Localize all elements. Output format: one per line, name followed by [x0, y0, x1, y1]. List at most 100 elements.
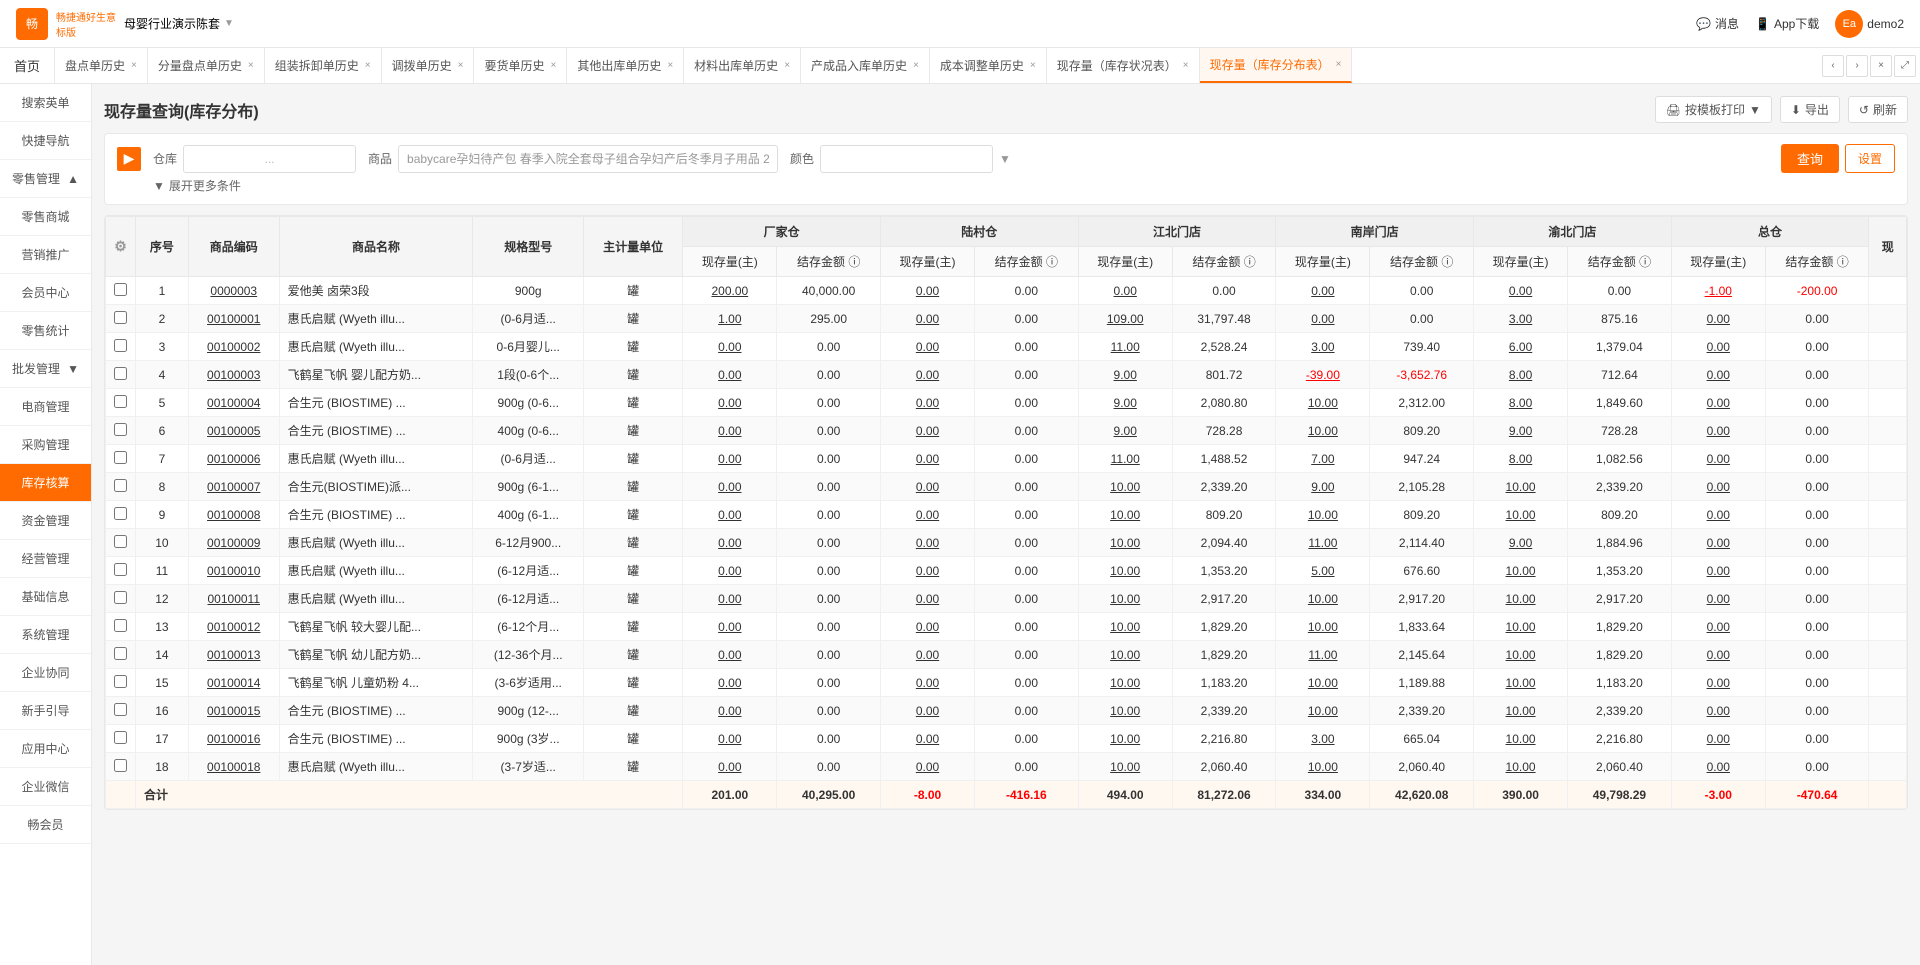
tab-close-all-btn[interactable]: ×: [1870, 55, 1892, 77]
tab-close-stock-status[interactable]: ×: [1183, 60, 1189, 71]
cell-na-qty[interactable]: 10.00: [1276, 389, 1370, 417]
cell-yb-qty[interactable]: 10.00: [1474, 473, 1568, 501]
sidebar-item-finance[interactable]: 资金管理: [0, 502, 91, 540]
tab-other-out[interactable]: 其他出库单历史 ×: [567, 48, 684, 83]
cell-f-qty[interactable]: 0.00: [683, 753, 777, 781]
cell-yb-qty[interactable]: 9.00: [1474, 417, 1568, 445]
tab-transfer[interactable]: 调拨单历史 ×: [382, 48, 475, 83]
cell-yb-qty[interactable]: 10.00: [1474, 725, 1568, 753]
cell-l-qty[interactable]: 0.00: [880, 669, 974, 697]
cell-code[interactable]: 00100004: [188, 389, 279, 417]
cell-z-qty[interactable]: 0.00: [1671, 753, 1765, 781]
cell-code[interactable]: 00100011: [188, 585, 279, 613]
tab-next-btn[interactable]: ›: [1846, 55, 1868, 77]
cell-na-qty[interactable]: 0.00: [1276, 305, 1370, 333]
cell-l-qty[interactable]: 0.00: [880, 277, 974, 305]
sidebar-item-ecommerce[interactable]: 电商管理: [0, 388, 91, 426]
cell-f-qty[interactable]: 0.00: [683, 501, 777, 529]
expand-conditions-btn[interactable]: ▼ 展开更多条件: [153, 177, 1895, 194]
app-download-btn[interactable]: 📱 App下载: [1755, 15, 1819, 32]
cell-z-qty[interactable]: -1.00: [1671, 277, 1765, 305]
cell-checkbox[interactable]: [106, 417, 136, 445]
cell-f-qty[interactable]: 0.00: [683, 557, 777, 585]
cell-jb-qty[interactable]: 10.00: [1078, 697, 1172, 725]
tab-close-other-out[interactable]: ×: [667, 60, 673, 71]
cell-na-qty[interactable]: 10.00: [1276, 669, 1370, 697]
query-btn[interactable]: 查询: [1781, 144, 1839, 173]
tab-stock-status[interactable]: 现存量（库存状况表） ×: [1047, 48, 1200, 83]
user-profile[interactable]: Ea demo2: [1835, 10, 1904, 38]
tab-cost-adjust[interactable]: 成本调整单历史 ×: [930, 48, 1047, 83]
cell-jb-qty[interactable]: 10.00: [1078, 557, 1172, 585]
tab-close-transfer[interactable]: ×: [458, 60, 464, 71]
warehouse-input[interactable]: [183, 145, 356, 173]
sidebar-item-app-center[interactable]: 应用中心: [0, 730, 91, 768]
cell-na-qty[interactable]: 10.00: [1276, 585, 1370, 613]
cell-jb-qty[interactable]: 10.00: [1078, 725, 1172, 753]
cell-yb-qty[interactable]: 10.00: [1474, 613, 1568, 641]
tab-sub-count[interactable]: 分量盘点单历史 ×: [148, 48, 265, 83]
color-input[interactable]: [820, 145, 993, 173]
filter-toggle-btn[interactable]: ▶: [117, 147, 141, 171]
cell-z-qty[interactable]: 0.00: [1671, 613, 1765, 641]
sidebar-item-member2[interactable]: 畅会员: [0, 806, 91, 844]
cell-code[interactable]: 00100012: [188, 613, 279, 641]
cell-f-qty[interactable]: 0.00: [683, 529, 777, 557]
cell-code[interactable]: 00100003: [188, 361, 279, 389]
cell-l-qty[interactable]: 0.00: [880, 613, 974, 641]
refresh-btn[interactable]: ↺ 刷新: [1848, 96, 1908, 123]
sidebar-item-system[interactable]: 系统管理: [0, 616, 91, 654]
cell-jb-qty[interactable]: 109.00: [1078, 305, 1172, 333]
message-btn[interactable]: 💬 消息: [1696, 15, 1739, 32]
cell-na-qty[interactable]: 0.00: [1276, 277, 1370, 305]
sidebar-item-retail-shop[interactable]: 零售商城: [0, 198, 91, 236]
cell-checkbox[interactable]: [106, 445, 136, 473]
product-input[interactable]: [398, 145, 778, 173]
sidebar-item-new-guide[interactable]: 新手引导: [0, 692, 91, 730]
cell-yb-qty[interactable]: 10.00: [1474, 641, 1568, 669]
cell-na-qty[interactable]: 10.00: [1276, 697, 1370, 725]
cell-checkbox[interactable]: [106, 697, 136, 725]
tab-close-cost-adjust[interactable]: ×: [1030, 60, 1036, 71]
tab-stock-dist[interactable]: 现存量（库存分布表） ×: [1200, 48, 1353, 83]
cell-code[interactable]: 00100001: [188, 305, 279, 333]
cell-l-qty[interactable]: 0.00: [880, 529, 974, 557]
cell-na-qty[interactable]: 10.00: [1276, 501, 1370, 529]
cell-jb-qty[interactable]: 9.00: [1078, 361, 1172, 389]
tab-close-requisition[interactable]: ×: [550, 60, 556, 71]
cell-na-qty[interactable]: 7.00: [1276, 445, 1370, 473]
cell-l-qty[interactable]: 0.00: [880, 445, 974, 473]
cell-jb-qty[interactable]: 9.00: [1078, 389, 1172, 417]
cell-yb-qty[interactable]: 8.00: [1474, 389, 1568, 417]
settings-btn[interactable]: 设置: [1845, 144, 1895, 173]
sidebar-item-operations[interactable]: 经营管理: [0, 540, 91, 578]
cell-yb-qty[interactable]: 8.00: [1474, 361, 1568, 389]
sidebar-item-wholesale[interactable]: 批发管理 ▼: [0, 350, 91, 388]
cell-z-qty[interactable]: 0.00: [1671, 361, 1765, 389]
cell-f-qty[interactable]: 0.00: [683, 613, 777, 641]
cell-l-qty[interactable]: 0.00: [880, 753, 974, 781]
cell-l-qty[interactable]: 0.00: [880, 585, 974, 613]
cell-jb-qty[interactable]: 10.00: [1078, 669, 1172, 697]
cell-na-qty[interactable]: -39.00: [1276, 361, 1370, 389]
cell-f-qty[interactable]: 0.00: [683, 445, 777, 473]
cell-z-qty[interactable]: 0.00: [1671, 585, 1765, 613]
sidebar-item-wechat[interactable]: 企业微信: [0, 768, 91, 806]
cell-checkbox[interactable]: [106, 361, 136, 389]
cell-checkbox[interactable]: [106, 277, 136, 305]
cell-yb-qty[interactable]: 8.00: [1474, 445, 1568, 473]
cell-z-qty[interactable]: 0.00: [1671, 557, 1765, 585]
cell-z-qty[interactable]: 0.00: [1671, 473, 1765, 501]
cell-f-qty[interactable]: 0.00: [683, 725, 777, 753]
cell-f-qty[interactable]: 0.00: [683, 333, 777, 361]
tab-combo-adjust[interactable]: 组装拆卸单历史 ×: [265, 48, 382, 83]
cell-yb-qty[interactable]: 3.00: [1474, 305, 1568, 333]
cell-checkbox[interactable]: [106, 529, 136, 557]
cell-l-qty[interactable]: 0.00: [880, 697, 974, 725]
cell-f-qty[interactable]: 0.00: [683, 641, 777, 669]
color-dropdown-icon[interactable]: ▼: [999, 152, 1011, 166]
cell-yb-qty[interactable]: 9.00: [1474, 529, 1568, 557]
cell-code[interactable]: 00100006: [188, 445, 279, 473]
sidebar-item-member[interactable]: 会员中心: [0, 274, 91, 312]
print-btn[interactable]: 🖨 按模板打印 ▼: [1655, 96, 1772, 123]
